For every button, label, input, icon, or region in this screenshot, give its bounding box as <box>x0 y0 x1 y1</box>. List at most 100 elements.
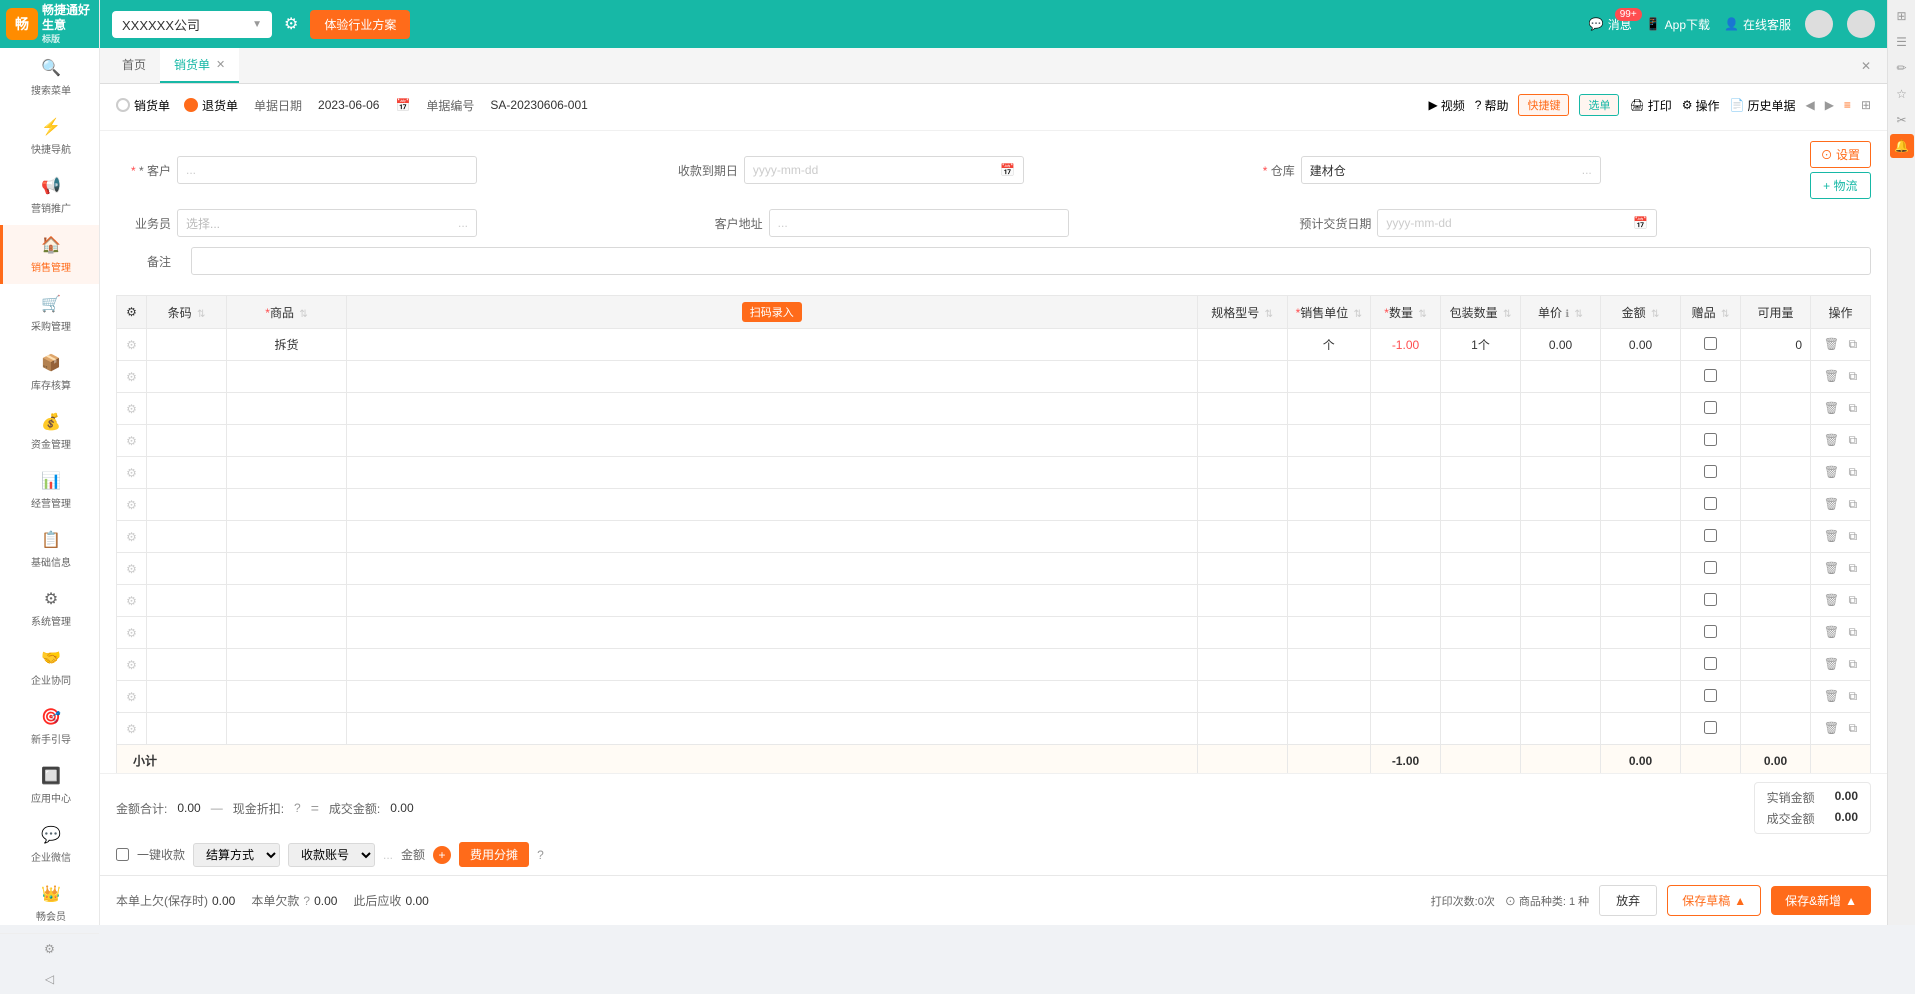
fee-info-icon[interactable]: ? <box>537 848 544 862</box>
row-price[interactable] <box>1521 393 1601 425</box>
row-packqty[interactable] <box>1441 489 1521 521</box>
row-amount[interactable] <box>1601 649 1681 681</box>
payment-method-select[interactable]: 结算方式 <box>193 843 280 867</box>
expense-split-btn[interactable]: 费用分摊 <box>459 842 529 867</box>
delete-icon[interactable]: 🗑 <box>1824 721 1839 735</box>
row-amount[interactable] <box>1601 361 1681 393</box>
th-spec[interactable]: 规格型号 ⇅ <box>1197 296 1287 329</box>
logistics-button[interactable]: + 物流 <box>1810 172 1871 199</box>
sidebar-item-inventory[interactable]: 📦 库存核算 <box>0 343 99 402</box>
row-qty[interactable] <box>1371 457 1441 489</box>
right-tool-scissors[interactable]: ✂ <box>1890 108 1914 132</box>
row-settings[interactable]: ⚙ <box>117 361 147 393</box>
delete-icon[interactable]: 🗑 <box>1824 593 1839 607</box>
total-owe-info[interactable]: ? <box>303 894 310 908</box>
delete-icon[interactable]: 🗑 <box>1824 529 1839 543</box>
row-spec[interactable] <box>1197 457 1287 489</box>
select-btn[interactable]: 选单 <box>1579 94 1619 116</box>
row-amount[interactable] <box>1601 521 1681 553</box>
row-qty[interactable] <box>1371 681 1441 713</box>
row-gift[interactable] <box>1681 649 1741 681</box>
scan-btn[interactable]: 扫码录入 <box>742 302 802 322</box>
row-spec[interactable] <box>1197 553 1287 585</box>
row-price[interactable] <box>1521 553 1601 585</box>
row-spec[interactable] <box>1197 393 1287 425</box>
receive-date-input[interactable]: yyyy-mm-dd 📅 <box>744 156 1024 184</box>
sidebar-item-business[interactable]: 📊 经营管理 <box>0 461 99 520</box>
customer-input[interactable]: ... <box>177 156 477 184</box>
row-settings[interactable]: ⚙ <box>117 489 147 521</box>
row-packqty[interactable] <box>1441 521 1521 553</box>
operate-action[interactable]: ⚙ 操作 <box>1682 97 1720 114</box>
memo-input[interactable] <box>191 247 1871 275</box>
sidebar-item-basics[interactable]: 📋 基础信息 <box>0 520 99 579</box>
nav-prev-icon[interactable]: ◀ <box>1805 98 1814 112</box>
row-product[interactable] <box>227 361 347 393</box>
row-unit[interactable]: 个 <box>1287 329 1370 361</box>
row-packqty[interactable] <box>1441 457 1521 489</box>
tab-salesorder[interactable]: 销货单 ✕ <box>160 48 239 83</box>
tab-close-icon[interactable]: ✕ <box>216 58 225 71</box>
gift-checkbox[interactable] <box>1704 721 1717 734</box>
row-amount[interactable] <box>1601 489 1681 521</box>
copy-icon[interactable]: ⧉ <box>1849 529 1858 543</box>
row-gift[interactable] <box>1681 713 1741 745</box>
tab-home[interactable]: 首页 <box>108 48 160 83</box>
gift-checkbox[interactable] <box>1704 689 1717 702</box>
row-settings[interactable]: ⚙ <box>117 393 147 425</box>
sidebar-collapse-btn[interactable]: ◁ <box>0 964 99 994</box>
radio-sales[interactable]: 销货单 <box>116 97 170 114</box>
copy-icon[interactable]: ⧉ <box>1849 433 1858 447</box>
salesperson-input[interactable]: 选择... ... <box>177 209 477 237</box>
row-unit[interactable] <box>1287 649 1370 681</box>
delete-icon[interactable]: 🗑 <box>1824 497 1839 511</box>
topbar-settings-icon[interactable]: ⚙ <box>284 14 298 34</box>
row-amount[interactable] <box>1601 393 1681 425</box>
row-product[interactable] <box>227 553 347 585</box>
sidebar-item-sales[interactable]: 🏠 销售管理 <box>0 225 99 284</box>
row-product[interactable] <box>227 521 347 553</box>
row-amount[interactable] <box>1601 617 1681 649</box>
delete-icon[interactable]: 🗑 <box>1824 689 1839 703</box>
row-unit[interactable] <box>1287 521 1370 553</box>
nav-next-icon[interactable]: ▶ <box>1825 98 1834 112</box>
row-product[interactable] <box>227 457 347 489</box>
gift-checkbox[interactable] <box>1704 529 1717 542</box>
sidebar-item-search[interactable]: 🔍 搜索菜单 <box>0 48 99 107</box>
row-barcode[interactable] <box>147 393 227 425</box>
app-download-btn[interactable]: 📱 App下载 <box>1646 16 1710 33</box>
row-qty[interactable] <box>1371 425 1441 457</box>
row-packqty[interactable] <box>1441 713 1521 745</box>
row-spec[interactable] <box>1197 329 1287 361</box>
row-product[interactable]: 拆货 <box>227 329 347 361</box>
row-barcode[interactable] <box>147 617 227 649</box>
delete-icon[interactable]: 🗑 <box>1824 433 1839 447</box>
row-amount[interactable] <box>1601 457 1681 489</box>
row-barcode[interactable] <box>147 425 227 457</box>
right-tool-list[interactable]: ☰ <box>1890 30 1914 54</box>
row-unit[interactable] <box>1287 681 1370 713</box>
copy-icon[interactable]: ⧉ <box>1849 689 1858 703</box>
row-settings[interactable]: ⚙ <box>117 457 147 489</box>
row-amount[interactable] <box>1601 713 1681 745</box>
row-amount[interactable]: 0.00 <box>1601 329 1681 361</box>
row-barcode[interactable] <box>147 649 227 681</box>
account-select[interactable]: 收款账号 <box>288 843 375 867</box>
gift-checkbox[interactable] <box>1704 401 1717 414</box>
print-action[interactable]: 🖨 打印 <box>1629 97 1671 114</box>
row-packqty[interactable]: 1个 <box>1441 329 1521 361</box>
copy-icon[interactable]: ⧉ <box>1849 497 1858 511</box>
sidebar-item-guide[interactable]: 🎯 新手引导 <box>0 697 99 756</box>
row-spec[interactable] <box>1197 489 1287 521</box>
expected-date-input[interactable]: yyyy-mm-dd 📅 <box>1377 209 1657 237</box>
sidebar-item-corpwechat[interactable]: 💬 企业微信 <box>0 815 99 874</box>
row-gift[interactable] <box>1681 681 1741 713</box>
row-packqty[interactable] <box>1441 361 1521 393</box>
close-all-btn[interactable]: ✕ <box>1861 59 1871 73</box>
row-settings[interactable]: ⚙ <box>117 521 147 553</box>
gift-checkbox[interactable] <box>1704 497 1717 510</box>
row-amount[interactable] <box>1601 425 1681 457</box>
row-packqty[interactable] <box>1441 617 1521 649</box>
copy-icon[interactable]: ⧉ <box>1849 625 1858 639</box>
trial-button[interactable]: 体验行业方案 <box>310 10 410 39</box>
